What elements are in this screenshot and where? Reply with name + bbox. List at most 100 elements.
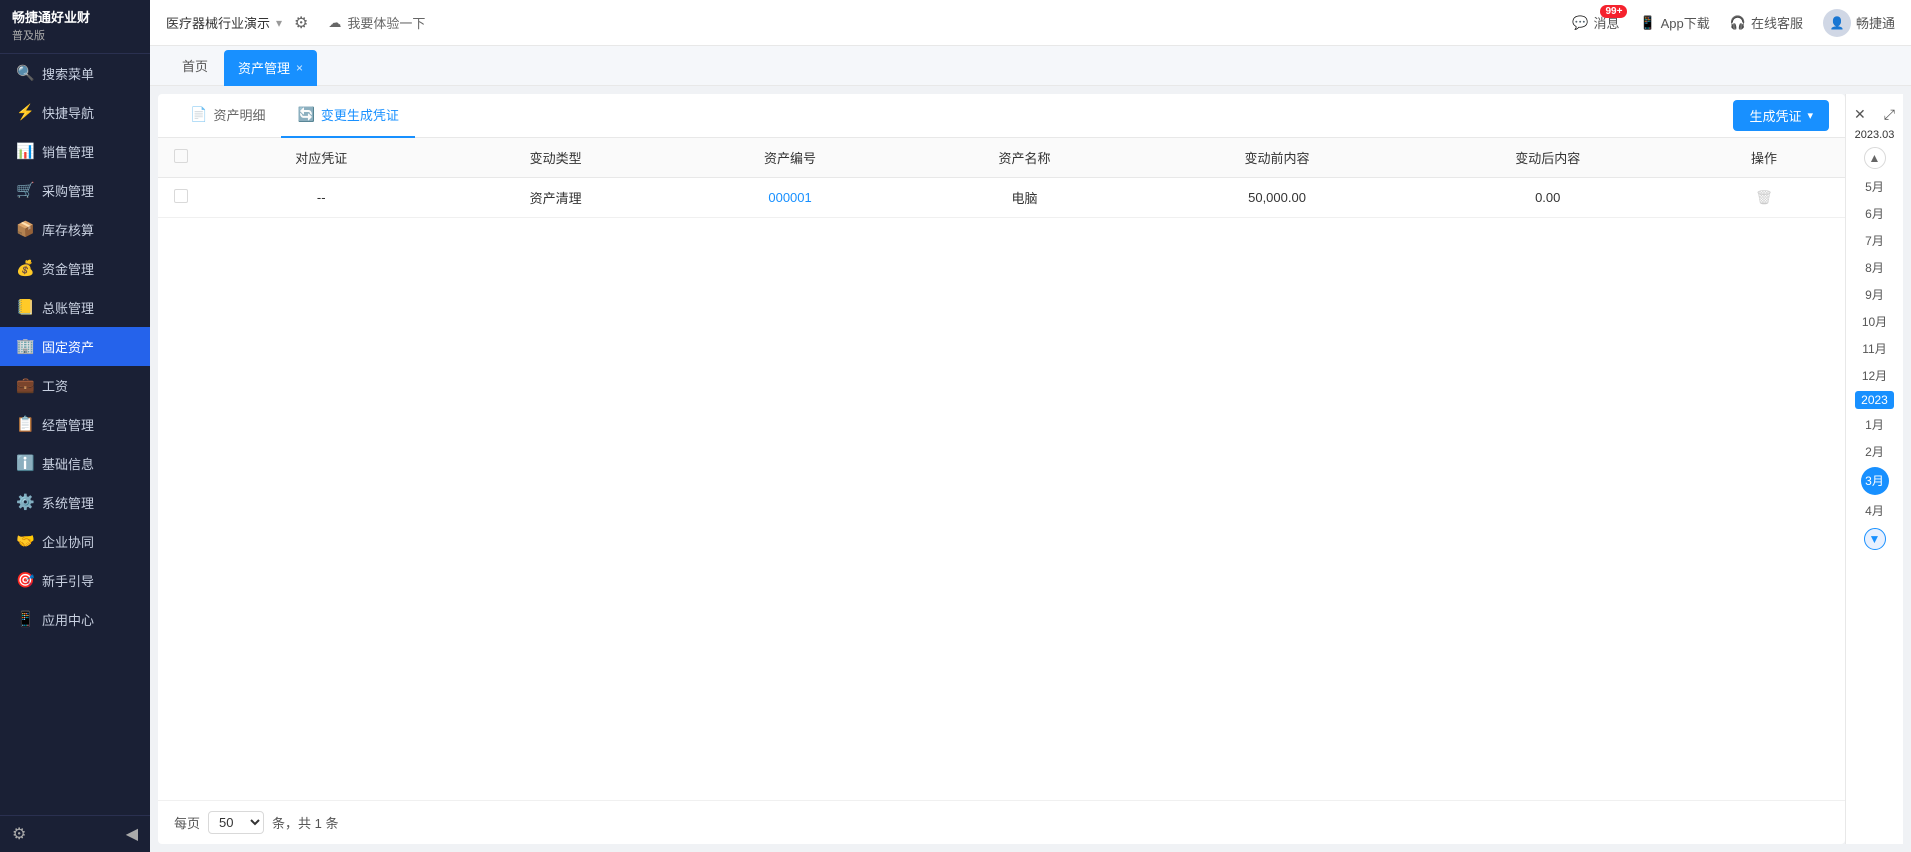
next-month-button[interactable]: ▼ xyxy=(1864,528,1886,550)
sidebar-item-fixed-assets[interactable]: 🏢固定资产 xyxy=(0,327,150,366)
tab-home[interactable]: 首页 xyxy=(166,46,224,86)
guide-icon: 🎯 xyxy=(16,571,34,589)
sidebar-item-quick-nav[interactable]: ⚡ 快捷导航 xyxy=(0,93,150,132)
row-asset-name-0: 电脑 xyxy=(907,178,1141,218)
sidebar-item-guide[interactable]: 🎯新手引导 xyxy=(0,561,150,600)
month-item-4月[interactable]: 4月 xyxy=(1846,497,1903,524)
customer-service-button[interactable]: 🎧 在线客服 xyxy=(1730,13,1803,32)
month-item-7月[interactable]: 7月 xyxy=(1846,227,1903,254)
sidebar-item-basic-info[interactable]: ℹ️基础信息 xyxy=(0,444,150,483)
sidebar-item-enterprise[interactable]: 🤝企业协同 xyxy=(0,522,150,561)
user-menu[interactable]: 👤 畅捷通 xyxy=(1823,9,1895,37)
fixed-assets-icon: 🏢 xyxy=(16,337,34,355)
message-badge: 99+ xyxy=(1600,5,1627,18)
month-item-1月[interactable]: 1月 xyxy=(1846,411,1903,438)
row-checkbox-0[interactable] xyxy=(174,189,188,203)
sidebar-item-system[interactable]: ⚙️系统管理 xyxy=(0,483,150,522)
month-item-12月[interactable]: 12月 xyxy=(1846,362,1903,389)
sidebar: 畅捷通好业财 普及版 🔍搜索菜单⚡快捷导航📊销售管理🛒采购管理📦库存核算💰资金管… xyxy=(0,0,150,852)
row-voucher-0: -- xyxy=(204,178,438,218)
panel-expand-icon[interactable]: ⤢ xyxy=(1884,106,1895,123)
month-item-8月[interactable]: 8月 xyxy=(1846,254,1903,281)
table-row: -- 资产清理 000001 电脑 50,000.00 0.00 🗑 xyxy=(158,178,1845,218)
per-page-select[interactable]: 2050100 xyxy=(208,811,264,834)
sidebar-nav: 🔍搜索菜单 ⚡ 快捷导航 📊 销售管理 🛒 采购管理 📦库存核算💰资金管理📒总账管理🏢固定资产… xyxy=(0,54,150,815)
row-asset-code-0: 000001 xyxy=(673,178,907,218)
sidebar-label-purchase: 采购管理 xyxy=(42,181,94,200)
main-area: 医疗器械行业演示 ▾ ⚙ ☁ 我要体验一下 💬 消息 99+ 📱 App下载 🎧… xyxy=(150,0,1911,852)
row-operation-0[interactable]: 🗑 xyxy=(1683,178,1845,218)
tab-close-button[interactable]: × xyxy=(296,61,303,75)
experience-icon: ☁ xyxy=(328,15,341,31)
sidebar-item-payroll[interactable]: 💼工资 xyxy=(0,366,150,405)
sidebar-label-sales: 销售管理 xyxy=(42,142,94,161)
per-page-label: 每页 xyxy=(174,813,200,832)
sidebar-bottom: ⚙ ◀ xyxy=(0,815,150,852)
sidebar-item-inventory[interactable]: 📦库存核算 xyxy=(0,210,150,249)
sub-tab-change-voucher[interactable]: 🔄 变更生成凭证 xyxy=(281,94,414,138)
select-all-checkbox[interactable] xyxy=(174,149,188,163)
search-icon: 🔍 xyxy=(16,64,34,82)
month-item-10月[interactable]: 10月 xyxy=(1846,308,1903,335)
prev-month-button[interactable]: ▲ xyxy=(1864,147,1886,169)
row-after-change-0: 0.00 xyxy=(1412,178,1683,218)
header-operation: 操作 xyxy=(1683,138,1845,178)
header-change-type: 变动类型 xyxy=(438,138,672,178)
sidebar-item-funds[interactable]: 💰资金管理 xyxy=(0,249,150,288)
header-voucher: 对应凭证 xyxy=(204,138,438,178)
row-checkbox-cell[interactable] xyxy=(158,178,204,218)
month-item-5月[interactable]: 5月 xyxy=(1846,173,1903,200)
header-asset-code: 资产编号 xyxy=(673,138,907,178)
right-panel: ✕ ⤢ 2023.03 ▲ 5月6月7月8月9月10月11月12月 2023 1月2… xyxy=(1845,94,1903,844)
settings-icon[interactable]: ⚙ xyxy=(12,824,26,844)
sidebar-item-ledger[interactable]: 📒总账管理 xyxy=(0,288,150,327)
tab-home-label: 首页 xyxy=(182,56,208,75)
app-edition: 普及版 xyxy=(12,27,90,43)
sidebar-label-funds: 资金管理 xyxy=(42,259,94,278)
topbar-right: 💬 消息 99+ 📱 App下载 🎧 在线客服 👤 畅捷通 xyxy=(1572,9,1895,37)
purchase-icon: 🛒 xyxy=(16,181,34,199)
generate-voucher-button[interactable]: 生成凭证 ▾ xyxy=(1733,100,1829,131)
company-selector[interactable]: 医疗器械行业演示 ▾ xyxy=(166,13,282,32)
month-item-2月[interactable]: 2月 xyxy=(1846,438,1903,465)
sidebar-item-app-center[interactable]: 📱 应用中心 xyxy=(0,600,150,639)
year-month-label: 2023.03 xyxy=(1846,127,1903,143)
sub-tab-asset-detail-label: 资产明细 xyxy=(213,105,265,124)
tab-asset-management[interactable]: 资产管理 × xyxy=(224,50,317,86)
row-change-type-0: 资产清理 xyxy=(438,178,672,218)
app-center-icon: 📱 xyxy=(16,610,34,628)
sidebar-item-operations[interactable]: 📋经营管理 xyxy=(0,405,150,444)
username-label: 畅捷通 xyxy=(1856,13,1895,32)
app-download-button[interactable]: 📱 App下载 xyxy=(1639,13,1709,32)
sidebar-item-search[interactable]: 🔍搜索菜单 xyxy=(0,54,150,93)
month-item-11月[interactable]: 11月 xyxy=(1846,335,1903,362)
month-item-9月[interactable]: 9月 xyxy=(1846,281,1903,308)
generate-btn-arrow-icon: ▾ xyxy=(1807,109,1813,122)
sidebar-item-sales[interactable]: 📊 销售管理 xyxy=(0,132,150,171)
page-content: 📄 资产明细 🔄 变更生成凭证 生成凭证 ▾ xyxy=(158,94,1845,844)
delete-icon-0[interactable]: 🗑 xyxy=(1755,189,1773,205)
app-download-label: App下载 xyxy=(1661,13,1710,32)
month-item-3月[interactable]: 3月 xyxy=(1861,467,1889,495)
sub-tabs: 📄 资产明细 🔄 变更生成凭证 生成凭证 ▾ xyxy=(158,94,1845,138)
ledger-icon: 📒 xyxy=(16,298,34,316)
panel-close-icon[interactable]: ✕ xyxy=(1854,106,1866,123)
table-body: -- 资产清理 000001 电脑 50,000.00 0.00 🗑 xyxy=(158,178,1845,218)
sub-tab-asset-detail[interactable]: 📄 资产明细 xyxy=(174,94,281,138)
payroll-icon: 💼 xyxy=(16,376,34,394)
sidebar-label-app-center: 应用中心 xyxy=(42,610,94,629)
sidebar-item-purchase[interactable]: 🛒 采购管理 xyxy=(0,171,150,210)
year-tag-2023[interactable]: 2023 xyxy=(1855,391,1894,409)
header-checkbox-cell[interactable] xyxy=(158,138,204,178)
month-item-6月[interactable]: 6月 xyxy=(1846,200,1903,227)
message-button[interactable]: 💬 消息 99+ xyxy=(1572,13,1619,32)
experience-button[interactable]: ☁ 我要体验一下 xyxy=(328,13,425,32)
system-icon: ⚙️ xyxy=(16,493,34,511)
tabbar: 首页 资产管理 × xyxy=(150,46,1911,86)
settings-gear-icon[interactable]: ⚙ xyxy=(294,13,308,33)
sales-icon: 📊 xyxy=(16,142,34,160)
quick-nav-icon: ⚡ xyxy=(16,103,34,121)
collapse-icon[interactable]: ◀ xyxy=(126,824,138,844)
header-after-change: 变动后内容 xyxy=(1412,138,1683,178)
sidebar-label-quick-nav: 快捷导航 xyxy=(42,103,94,122)
